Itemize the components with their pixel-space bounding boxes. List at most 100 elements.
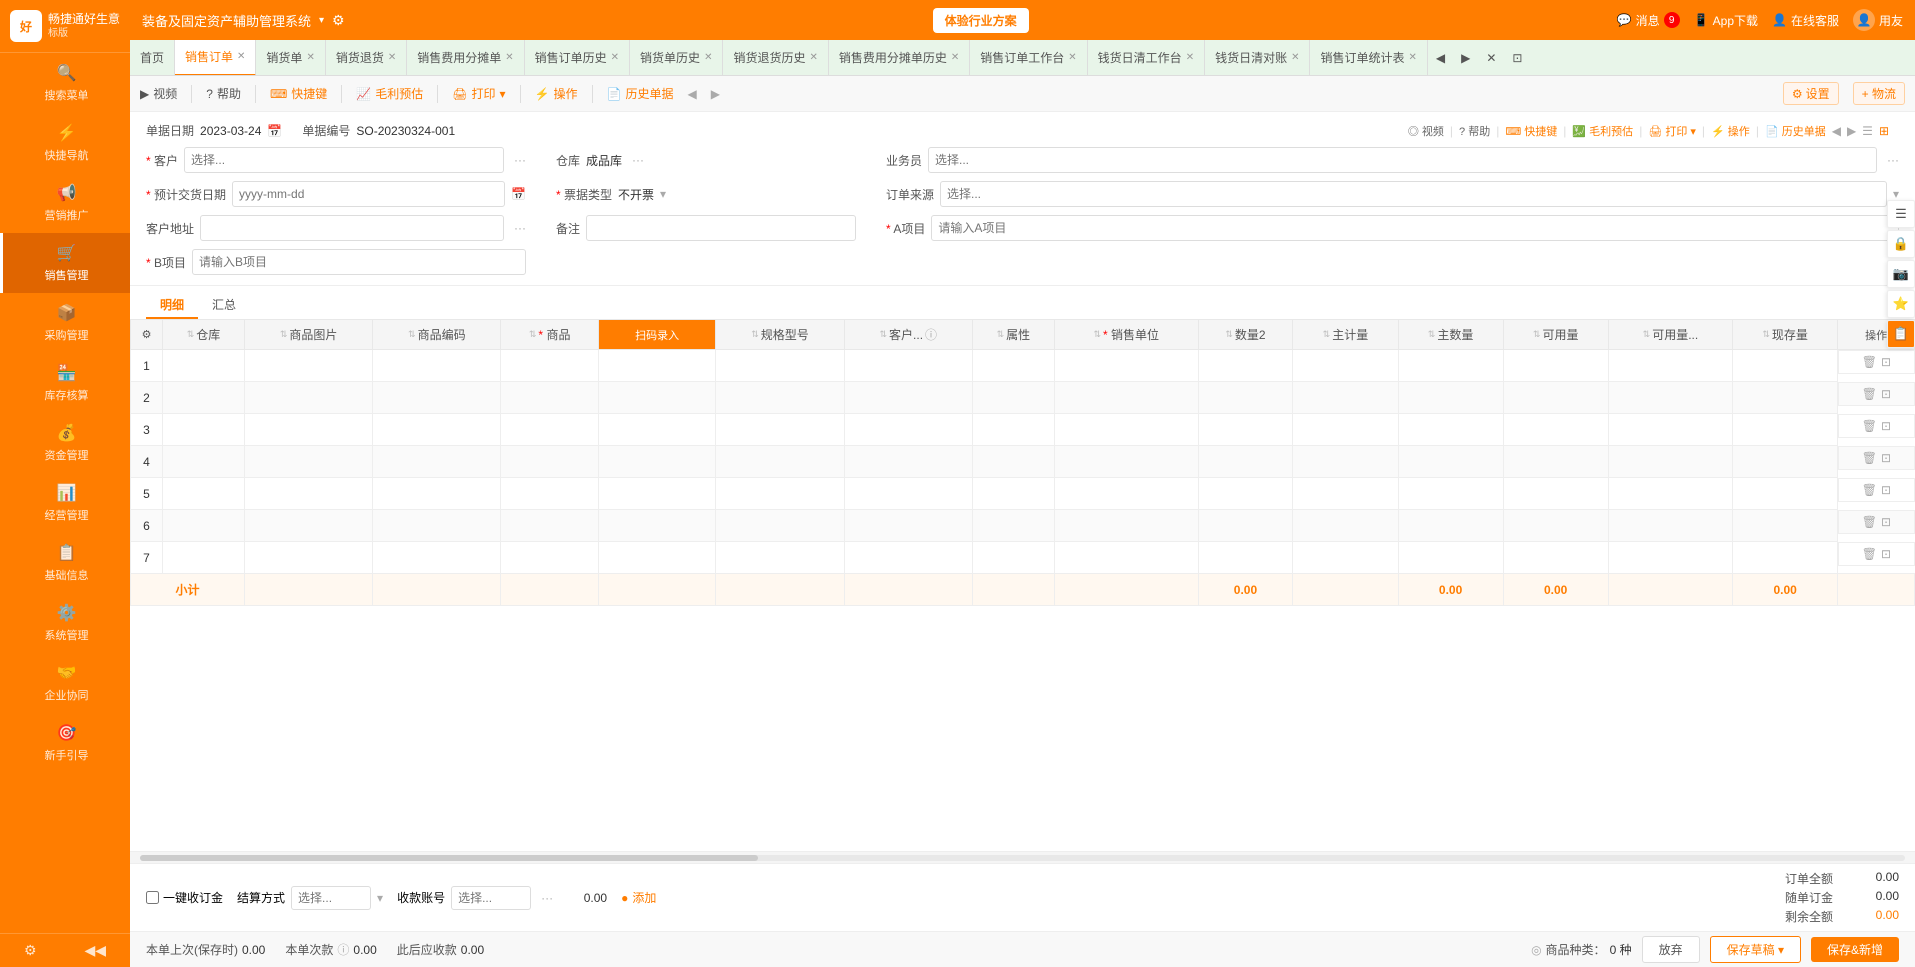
warehouse-more-icon[interactable]: ··· <box>632 153 644 167</box>
tab-sales-order[interactable]: 销售订单 ✕ <box>175 40 256 76</box>
b-project-input[interactable] <box>192 249 526 275</box>
toolbar-profit[interactable]: 📈 毛利预估 <box>356 85 423 102</box>
float-btn-lock[interactable]: 🔒 <box>1887 230 1915 258</box>
sidebar-item-sysconfig[interactable]: ⚙️ 系统管理 <box>0 593 130 653</box>
this-order-info-icon[interactable]: ⓘ <box>337 941 349 958</box>
sidebar-item-quicknav[interactable]: ⚡ 快捷导航 <box>0 113 130 173</box>
toolbar-help[interactable]: ? 帮助 <box>206 85 241 102</box>
help-small[interactable]: ? 帮助 <box>1459 123 1490 139</box>
tab-close-order-workbench[interactable]: ✕ <box>1068 52 1076 63</box>
tab-home[interactable]: 首页 <box>130 40 175 76</box>
tab-sales-return[interactable]: 销货退货 ✕ <box>326 40 407 76</box>
settings-bottom-icon[interactable]: ⚙ <box>24 942 37 959</box>
grid-view-icon[interactable]: ⊞ <box>1879 124 1889 138</box>
history-small[interactable]: 📄 历史单据 <box>1765 123 1826 139</box>
delivery-date-picker-icon[interactable]: 📅 <box>511 187 526 201</box>
th-scan[interactable]: 扫码录入 <box>598 320 716 350</box>
toolbar-print[interactable]: 🖨 打印 ▾ <box>452 85 505 102</box>
tab-sales-stats[interactable]: 销售订单统计表 ✕ <box>1310 40 1427 76</box>
th-available[interactable]: ⇅可用量 <box>1503 320 1608 350</box>
scan-btn[interactable]: 扫码录入 <box>627 325 687 345</box>
print-dropdown-icon[interactable]: ▾ <box>500 87 506 101</box>
sidebar-item-inventory[interactable]: 🏪 库存核算 <box>0 353 130 413</box>
user-item[interactable]: 👤 用友 <box>1853 9 1903 31</box>
save-draft-dropdown-icon[interactable]: ▾ <box>1778 943 1784 957</box>
product-count-icon[interactable]: ◎ <box>1531 943 1541 957</box>
tab-close-sales-slip[interactable]: ✕ <box>306 52 314 63</box>
app-download-item[interactable]: 📱 App下载 <box>1694 12 1758 29</box>
tab-close-sales-expense[interactable]: ✕ <box>505 52 513 63</box>
one-click-checkbox-input[interactable] <box>146 891 159 904</box>
tab-sales-slip[interactable]: 销货单 ✕ <box>256 40 325 76</box>
sidebar-item-purchase[interactable]: 📦 采购管理 <box>0 293 130 353</box>
print-small[interactable]: 🖨 打印 ▾ <box>1648 123 1696 139</box>
staff-input[interactable] <box>928 147 1877 173</box>
toolbar-shortcut[interactable]: ⌨ 快捷键 <box>270 85 327 102</box>
industry-btn[interactable]: 体验行业方案 <box>933 8 1029 33</box>
account-more-icon[interactable]: ··· <box>541 891 553 905</box>
tab-close-sales-return[interactable]: ✕ <box>388 52 396 63</box>
scrollbar-thumb[interactable] <box>140 855 758 861</box>
tab-next-icon[interactable]: ▶ <box>1453 51 1478 65</box>
date-picker-icon[interactable]: 📅 <box>267 124 282 138</box>
float-btn-star[interactable]: ⭐ <box>1887 290 1915 318</box>
delete-row-icon[interactable]: 🗑 <box>1862 419 1877 433</box>
profit-small[interactable]: 💹 毛利预估 <box>1572 123 1633 139</box>
th-available2[interactable]: ⇅可用量... <box>1608 320 1732 350</box>
sidebar-item-guide[interactable]: 🎯 新手引导 <box>0 713 130 773</box>
operation-small[interactable]: ⚡ 操作 <box>1711 123 1750 139</box>
tab-more-icon[interactable]: ✕ <box>1478 51 1504 65</box>
sidebar-item-sales[interactable]: 🛒 销售管理 <box>0 233 130 293</box>
shortcut-small[interactable]: ⌨ 快捷键 <box>1505 123 1557 139</box>
th-code[interactable]: ⇅商品编码 <box>373 320 501 350</box>
settlement-input[interactable] <box>291 886 371 910</box>
float-btn-clipboard[interactable]: 📋 <box>1887 320 1915 348</box>
tab-close-sales-order-history[interactable]: ✕ <box>611 52 619 63</box>
save-draft-btn[interactable]: 保存草稿 ▾ <box>1710 936 1801 963</box>
th-product[interactable]: ⇅商品 <box>501 320 598 350</box>
tab-close-daily-reconcile[interactable]: ✕ <box>1291 52 1299 63</box>
discard-btn[interactable]: 放弃 <box>1642 936 1700 963</box>
th-settings[interactable]: ⚙ <box>131 320 163 350</box>
account-input[interactable] <box>451 886 531 910</box>
settlement-dropdown-icon[interactable]: ▾ <box>377 891 383 905</box>
sidebar-item-enterprise[interactable]: 🤝 企业协同 <box>0 653 130 713</box>
tab-daily-workbench[interactable]: 钱货日清工作台 ✕ <box>1088 40 1205 76</box>
add-payment-btn[interactable]: ● 添加 <box>621 889 656 906</box>
th-current-stock[interactable]: ⇅现存量 <box>1733 320 1838 350</box>
online-service-item[interactable]: 👤 在线客服 <box>1772 12 1839 29</box>
tab-expense-history[interactable]: 销售费用分摊单历史 ✕ <box>829 40 970 76</box>
subtab-summary[interactable]: 汇总 <box>198 292 250 319</box>
th-qty2[interactable]: ⇅数量2 <box>1198 320 1293 350</box>
copy-row-icon[interactable]: ⊡ <box>1881 355 1891 369</box>
message-item[interactable]: 💬 消息 9 <box>1617 12 1680 29</box>
tab-expand-icon[interactable]: ⊡ <box>1504 51 1530 65</box>
tab-sales-slip-history[interactable]: 销货单历史 ✕ <box>630 40 723 76</box>
delete-row-icon[interactable]: 🗑 <box>1862 355 1877 369</box>
copy-row-icon[interactable]: ⊡ <box>1881 483 1891 497</box>
topbar-dropdown-icon[interactable]: ▾ <box>319 15 324 26</box>
address-input[interactable] <box>200 215 504 241</box>
delete-row-icon[interactable]: 🗑 <box>1862 387 1877 401</box>
delete-row-icon[interactable]: 🗑 <box>1862 451 1877 465</box>
toolbar-nav-prev[interactable]: ◀ <box>687 87 696 101</box>
float-btn-camera[interactable]: 📷 <box>1887 260 1915 288</box>
sidebar-item-finance[interactable]: 💰 资金管理 <box>0 413 130 473</box>
add-material-btn[interactable]: + 物流 <box>1853 82 1905 105</box>
a-project-input[interactable] <box>931 215 1899 241</box>
subtab-detail[interactable]: 明细 <box>146 292 198 319</box>
delete-row-icon[interactable]: 🗑 <box>1862 515 1877 529</box>
address-more-icon[interactable]: ··· <box>514 221 526 235</box>
sidebar-item-marketing[interactable]: 📢 营销推广 <box>0 173 130 233</box>
copy-row-icon[interactable]: ⊡ <box>1881 451 1891 465</box>
delete-row-icon[interactable]: 🗑 <box>1862 547 1877 561</box>
toolbar-operation[interactable]: ⚡ 操作 <box>535 85 578 102</box>
th-warehouse[interactable]: ⇅仓库 <box>163 320 245 350</box>
tab-daily-reconcile[interactable]: 钱货日清对账 ✕ <box>1205 40 1310 76</box>
tab-close-sales-order[interactable]: ✕ <box>237 51 245 62</box>
sidebar-item-operations[interactable]: 📊 经营管理 <box>0 473 130 533</box>
tab-order-workbench[interactable]: 销售订单工作台 ✕ <box>970 40 1087 76</box>
th-spec[interactable]: ⇅规格型号 <box>716 320 844 350</box>
copy-row-icon[interactable]: ⊡ <box>1881 419 1891 433</box>
toolbar-history[interactable]: 📄 历史单据 <box>607 85 674 102</box>
